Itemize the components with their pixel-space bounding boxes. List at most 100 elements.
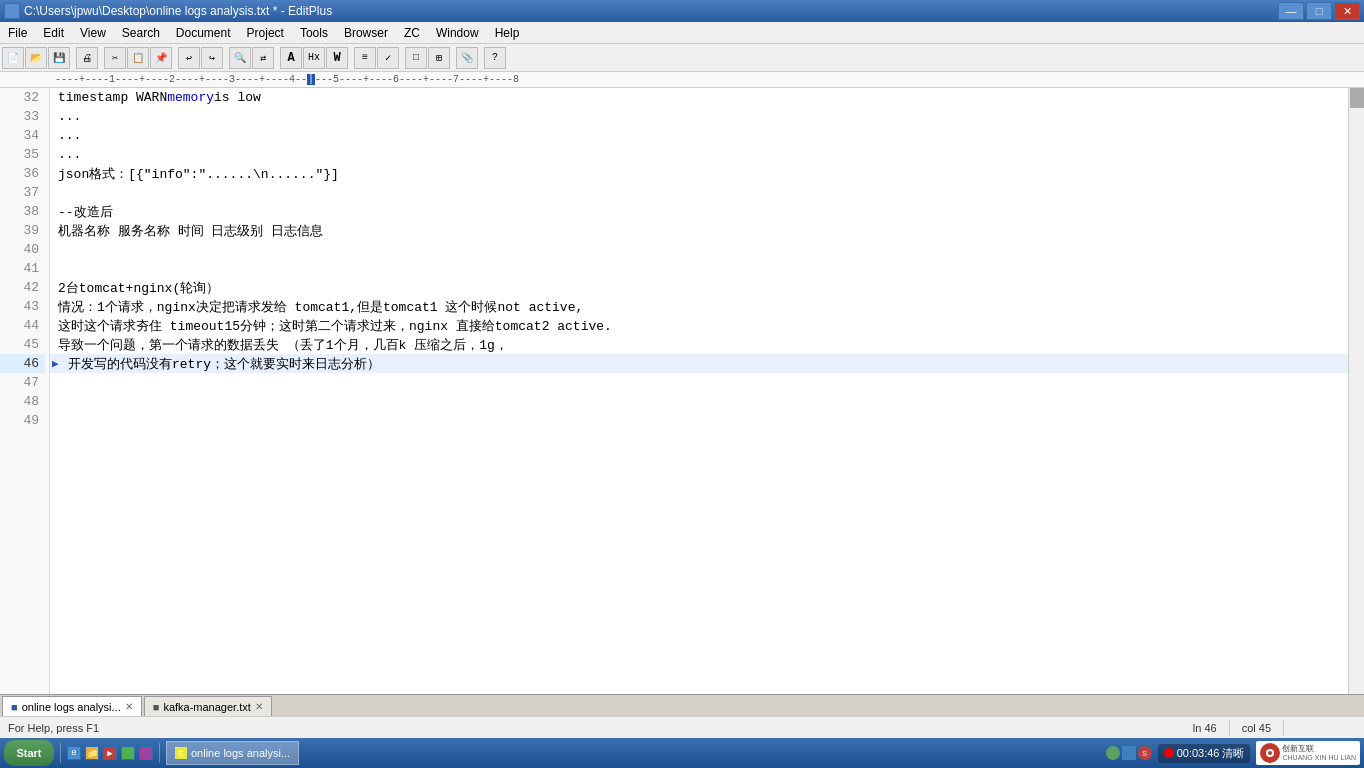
menu-window[interactable]: Window — [428, 22, 487, 43]
taskbar: Start e 📁 ▶ E online logs analysi... S 0… — [0, 738, 1364, 768]
code-line-36[interactable]: json格式：[{"info":"......\n......"}] — [50, 164, 1348, 183]
line-num-33: 33 — [0, 107, 45, 126]
code-line-45[interactable]: 导致一个问题，第一个请求的数据丢失 （丢了1个月，几百k 压缩之后，1g， — [50, 335, 1348, 354]
systray-2 — [1122, 746, 1136, 760]
tab-online-logs[interactable]: ■ online logs analysi... ✕ — [2, 696, 142, 716]
code-line-40[interactable] — [50, 240, 1348, 259]
menu-document[interactable]: Document — [168, 22, 239, 43]
tb-align[interactable]: ≡ — [354, 47, 376, 69]
line-num-38: 38 — [0, 202, 45, 221]
tb-print[interactable]: 🖨 — [76, 47, 98, 69]
code-line-44[interactable]: 这时这个请求夯住 timeout15分钟；这时第二个请求过来，nginx 直接给… — [50, 316, 1348, 335]
quicklaunch-4[interactable] — [121, 746, 135, 760]
line-num-44: 44 — [0, 316, 45, 335]
code-line-39[interactable]: 机器名称 服务名称 时间 日志级别 日志信息 — [50, 221, 1348, 240]
maximize-button[interactable]: □ — [1306, 2, 1332, 20]
tab-icon-2: ■ — [153, 701, 160, 713]
tab-close-2[interactable]: ✕ — [255, 701, 263, 712]
code-line-32[interactable]: timestamp WARN memory is low — [50, 88, 1348, 107]
close-button[interactable]: ✕ — [1334, 2, 1360, 20]
code-line-33[interactable]: ... — [50, 107, 1348, 126]
menu-zc[interactable]: ZC — [396, 22, 428, 43]
tb-paste[interactable]: 📌 — [150, 47, 172, 69]
line-num-36: 36 — [0, 164, 45, 183]
menu-tools[interactable]: Tools — [292, 22, 336, 43]
brand-logo: 创新互联 CHUANG XIN HU LIAN — [1256, 741, 1360, 765]
code-line-48[interactable] — [50, 392, 1348, 411]
tb-box[interactable]: □ — [405, 47, 427, 69]
status-col: col 45 — [1242, 722, 1271, 734]
tb-redo[interactable]: ↪ — [201, 47, 223, 69]
code-line-49[interactable] — [50, 411, 1348, 430]
tb-copy[interactable]: 📋 — [127, 47, 149, 69]
quicklaunch-folder[interactable]: 📁 — [85, 746, 99, 760]
line-num-41: 41 — [0, 259, 45, 278]
minimize-button[interactable]: — — [1278, 2, 1304, 20]
tb-open[interactable]: 📂 — [25, 47, 47, 69]
start-button[interactable]: Start — [4, 740, 54, 766]
menu-file[interactable]: File — [0, 22, 35, 43]
code-line-47[interactable] — [50, 373, 1348, 392]
line-num-42: 42 — [0, 278, 45, 297]
line-num-45: 45 — [0, 335, 45, 354]
menu-view[interactable]: View — [72, 22, 114, 43]
menu-project[interactable]: Project — [239, 22, 292, 43]
code-line-35[interactable]: ... — [50, 145, 1348, 164]
tb-Hx[interactable]: Hx — [303, 47, 325, 69]
taskbar-editplus[interactable]: E online logs analysi... — [166, 741, 299, 765]
taskbar-sep2 — [159, 743, 160, 763]
tb-cols[interactable]: ⊞ — [428, 47, 450, 69]
systray-1 — [1106, 746, 1120, 760]
code-line-37[interactable] — [50, 183, 1348, 202]
tb-cut[interactable]: ✂ — [104, 47, 126, 69]
quicklaunch-ie[interactable]: e — [67, 746, 81, 760]
menu-help[interactable]: Help — [487, 22, 528, 43]
quicklaunch-5[interactable] — [139, 746, 153, 760]
code-line-34[interactable]: ... — [50, 126, 1348, 145]
tab-kafka[interactable]: ■ kafka-manager.txt ✕ — [144, 696, 272, 716]
quicklaunch-media[interactable]: ▶ — [103, 746, 117, 760]
code-line-38[interactable]: --改造后 — [50, 202, 1348, 221]
tb-save[interactable]: 💾 — [48, 47, 70, 69]
recording-time: 00:03:46 — [1177, 747, 1220, 759]
tb-new[interactable]: 📄 — [2, 47, 24, 69]
line-num-37: 37 — [0, 183, 45, 202]
status-right: ln 46 col 45 — [1193, 720, 1364, 736]
tb-help[interactable]: ? — [484, 47, 506, 69]
line-num-47: 47 — [0, 373, 45, 392]
menu-edit[interactable]: Edit — [35, 22, 72, 43]
tb-W[interactable]: W — [326, 47, 348, 69]
tb-check[interactable]: ✓ — [377, 47, 399, 69]
code-line-41[interactable] — [50, 259, 1348, 278]
status-ln: ln 46 — [1193, 722, 1217, 734]
recording-quality: 清晰 — [1222, 746, 1244, 761]
code-line-46[interactable]: ▶开发写的代码没有retry；这个就要实时来日志分析） — [50, 354, 1348, 373]
app-icon — [4, 3, 20, 19]
tab-icon-1: ■ — [11, 701, 18, 713]
menu-search[interactable]: Search — [114, 22, 168, 43]
code-area[interactable]: timestamp WARN memory is low.........jso… — [50, 88, 1348, 694]
taskbar-editplus-label: online logs analysi... — [191, 747, 290, 759]
ruler-text: ----+----1----+----2----+----3----+----4… — [55, 72, 519, 87]
tab-bar: ■ online logs analysi... ✕ ■ kafka-manag… — [0, 694, 1364, 716]
tab-close-1[interactable]: ✕ — [125, 701, 133, 712]
brand-icon — [1260, 743, 1280, 763]
tb-clip[interactable]: 📎 — [456, 47, 478, 69]
menu-browser[interactable]: Browser — [336, 22, 396, 43]
taskbar-right: S 00:03:46 清晰 创新互联 CHUANG XIN HU LIAN — [1106, 741, 1360, 765]
tb-undo[interactable]: ↩ — [178, 47, 200, 69]
code-line-43[interactable]: 情况：1个请求，nginx决定把请求发给 tomcat1,但是tomcat1 这… — [50, 297, 1348, 316]
tb-A[interactable]: A — [280, 47, 302, 69]
scrollbar-thumb[interactable] — [1350, 88, 1364, 108]
tab-label-2: kafka-manager.txt — [163, 701, 250, 713]
line-num-43: 43 — [0, 297, 45, 316]
title-bar-text: C:\Users\jpwu\Desktop\online logs analys… — [24, 4, 332, 18]
status-sep-1 — [1229, 720, 1230, 736]
tb-search[interactable]: 🔍 — [229, 47, 251, 69]
tab-label-1: online logs analysi... — [22, 701, 121, 713]
editplus-icon: E — [175, 747, 187, 759]
line-num-34: 34 — [0, 126, 45, 145]
tb-replace[interactable]: ⇄ — [252, 47, 274, 69]
code-line-42[interactable]: 2台tomcat+nginx(轮询） — [50, 278, 1348, 297]
vertical-scrollbar[interactable] — [1348, 88, 1364, 694]
